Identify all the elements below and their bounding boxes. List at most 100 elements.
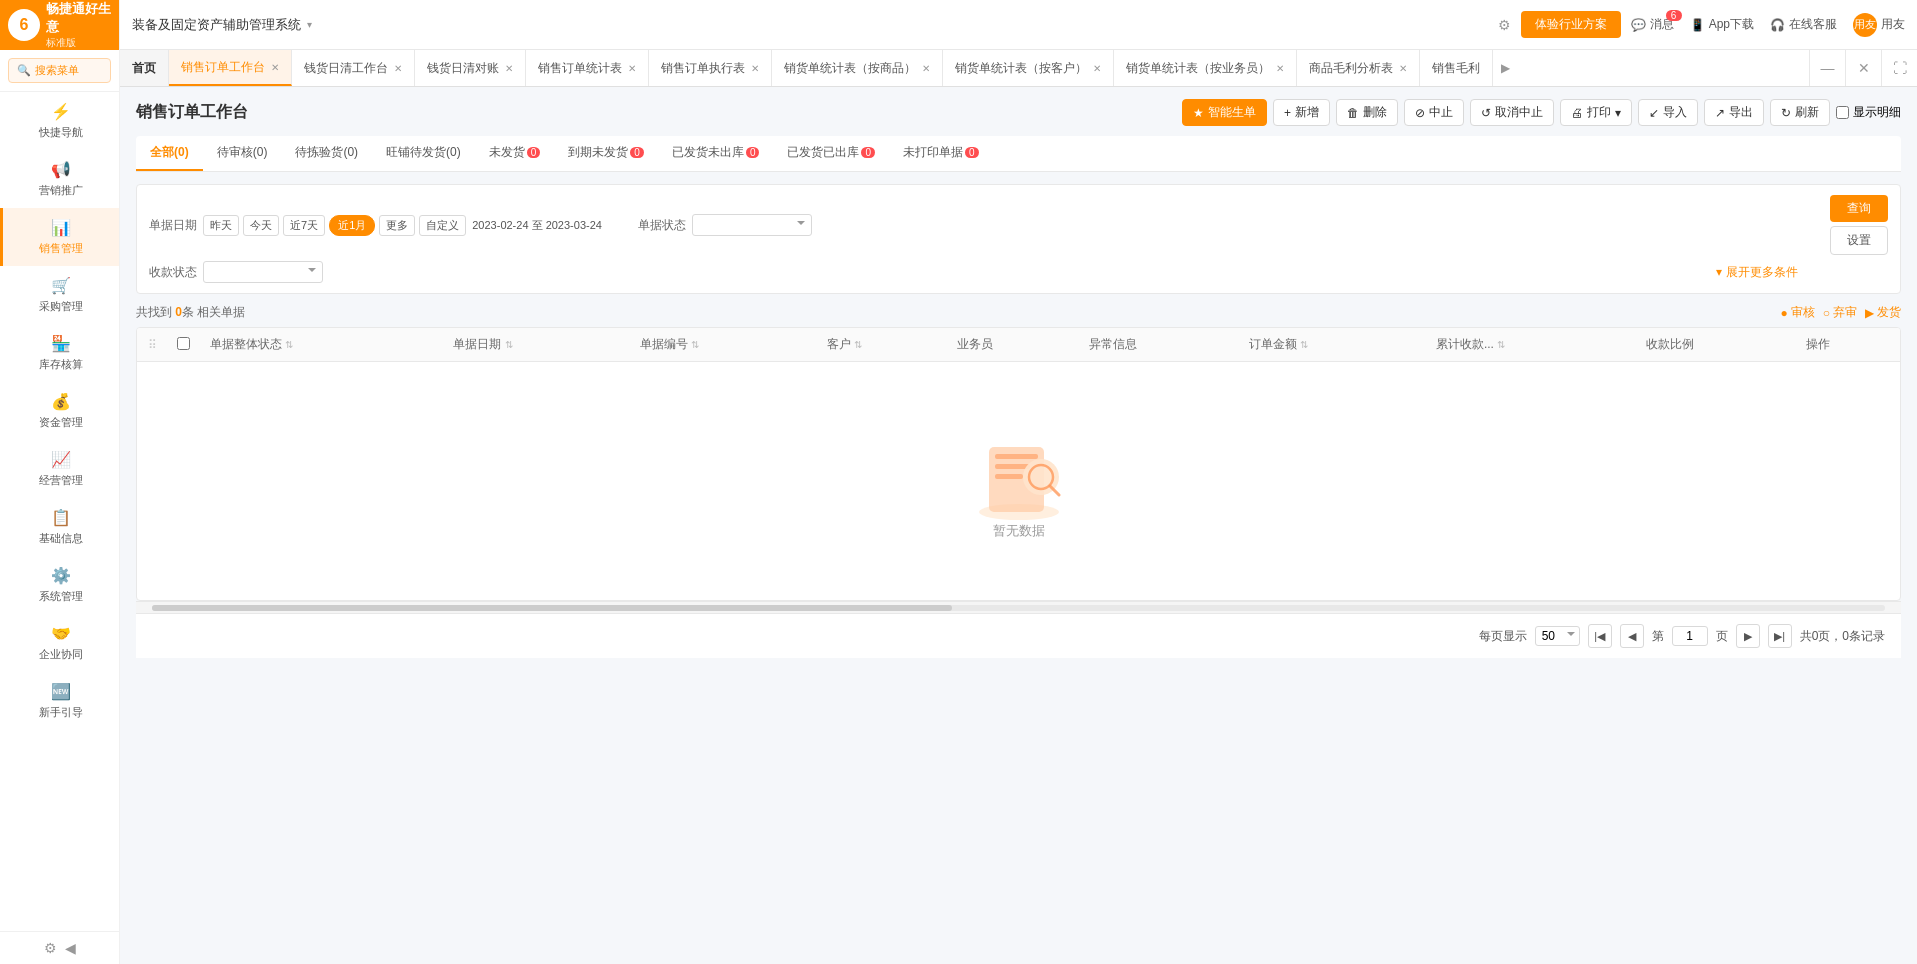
show-detail-checkbox-label[interactable]: 显示明细 bbox=[1836, 104, 1901, 121]
scroll-track bbox=[152, 605, 1885, 611]
tab-close-cash-daily[interactable]: ✕ bbox=[394, 63, 402, 74]
tab-close-sales-workbench[interactable]: ✕ bbox=[271, 62, 279, 73]
smart-create-button[interactable]: ★ 智能生单 bbox=[1182, 99, 1267, 126]
filter-tab-overdue-not-shipped[interactable]: 到期未发货0 bbox=[554, 136, 658, 171]
print-button[interactable]: 🖨 打印 ▾ bbox=[1560, 99, 1632, 126]
expand-more-button[interactable]: ▾ 展开更多条件 bbox=[1716, 264, 1798, 281]
sidebar-logo: 6 畅捷通好生意 标准版 bbox=[0, 0, 119, 50]
sidebar-item-marketing[interactable]: 📢 营销推广 bbox=[0, 150, 119, 208]
filter-tab-shipped-not-in[interactable]: 已发货未出库0 bbox=[658, 136, 774, 171]
tab-close-gross-profit[interactable]: ✕ bbox=[1399, 63, 1407, 74]
tab-home[interactable]: 首页 bbox=[120, 50, 169, 86]
sidebar-item-sales[interactable]: 📊 销售管理 bbox=[0, 208, 119, 266]
export-button[interactable]: ↗ 导出 bbox=[1704, 99, 1764, 126]
app-download-button[interactable]: 📱 App下载 bbox=[1690, 16, 1754, 33]
tab-sales-more[interactable]: 销售毛利 bbox=[1420, 50, 1493, 86]
settings-bottom-button[interactable]: ⚙ bbox=[44, 940, 57, 956]
sort-number-icon[interactable]: ⇅ bbox=[691, 339, 699, 350]
new-button[interactable]: + 新增 bbox=[1273, 99, 1330, 126]
empty-text: 暂无数据 bbox=[993, 522, 1045, 540]
tab-cash-daily[interactable]: 钱货日清工作台 ✕ bbox=[292, 50, 415, 86]
payment-row: 收款状态 ▾ 展开更多条件 bbox=[149, 261, 1888, 283]
topbar-gear-button[interactable]: ⚙ bbox=[1498, 17, 1511, 33]
scroll-thumb[interactable] bbox=[152, 605, 952, 611]
tab-maximize-button[interactable]: ⛶ bbox=[1881, 50, 1917, 86]
cancel-stop-button[interactable]: ↺ 取消中止 bbox=[1470, 99, 1554, 126]
date-more-btn[interactable]: 更多 bbox=[379, 215, 415, 236]
tab-close-sales-by-customer[interactable]: ✕ bbox=[1093, 63, 1101, 74]
user-profile-button[interactable]: 用友 用友 bbox=[1853, 13, 1905, 37]
payment-select[interactable] bbox=[203, 261, 323, 283]
filter-tab-shipped-in[interactable]: 已发货已出库0 bbox=[773, 136, 889, 171]
tab-close-sales-exec[interactable]: ✕ bbox=[751, 63, 759, 74]
col-checkbox[interactable] bbox=[167, 328, 200, 362]
filter-tab-not-shipped[interactable]: 未发货0 bbox=[475, 136, 555, 171]
tab-cash-reconcile[interactable]: 钱货日清对账 ✕ bbox=[415, 50, 526, 86]
tab-close-all-button[interactable]: ✕ bbox=[1845, 50, 1881, 86]
tab-close-sales-stat[interactable]: ✕ bbox=[628, 63, 636, 74]
batch-ship-button[interactable]: ▶ 发货 bbox=[1865, 304, 1901, 321]
tab-minimize-button[interactable]: — bbox=[1809, 50, 1845, 86]
tab-close-cash-reconcile[interactable]: ✕ bbox=[505, 63, 513, 74]
sidebar-item-quicknav[interactable]: ⚡ 快捷导航 bbox=[0, 92, 119, 150]
date-7days-btn[interactable]: 近7天 bbox=[283, 215, 325, 236]
sort-status-icon[interactable]: ⇅ bbox=[285, 339, 293, 350]
sidebar-item-guide[interactable]: 🆕 新手引导 bbox=[0, 672, 119, 730]
delete-button[interactable]: 🗑 删除 bbox=[1336, 99, 1398, 126]
online-service-button[interactable]: 🎧 在线客服 bbox=[1770, 16, 1837, 33]
horizontal-scrollbar[interactable] bbox=[136, 601, 1901, 613]
tab-sales-by-salesman[interactable]: 销货单统计表（按业务员） ✕ bbox=[1114, 50, 1297, 86]
tab-gross-profit[interactable]: 商品毛利分析表 ✕ bbox=[1297, 50, 1420, 86]
filter-tab-pending-review[interactable]: 待审核(0) bbox=[203, 136, 282, 171]
batch-review-button[interactable]: ● 审核 bbox=[1781, 304, 1815, 321]
table-batch-ops: ● 审核 ○ 弃审 ▶ 发货 bbox=[1781, 304, 1902, 321]
stop-button[interactable]: ⊘ 中止 bbox=[1404, 99, 1464, 126]
first-page-button[interactable]: |◀ bbox=[1588, 624, 1612, 648]
date-yesterday-btn[interactable]: 昨天 bbox=[203, 215, 239, 236]
date-custom-btn[interactable]: 自定义 bbox=[419, 215, 466, 236]
tab-sales-workbench[interactable]: 销售订单工作台 ✕ bbox=[169, 50, 292, 86]
sort-date-icon[interactable]: ⇅ bbox=[505, 339, 513, 350]
tab-close-sales-by-product[interactable]: ✕ bbox=[922, 63, 930, 74]
page-size-select[interactable]: 50 100 200 bbox=[1535, 626, 1580, 646]
date-today-btn[interactable]: 今天 bbox=[243, 215, 279, 236]
experience-plan-button[interactable]: 体验行业方案 bbox=[1521, 11, 1621, 38]
next-page-button[interactable]: ▶ bbox=[1736, 624, 1760, 648]
sidebar-item-system[interactable]: ⚙️ 系统管理 bbox=[0, 556, 119, 614]
sort-customer-icon[interactable]: ⇅ bbox=[854, 339, 862, 350]
filter-tab-all[interactable]: 全部(0) bbox=[136, 136, 203, 171]
sidebar-item-finance[interactable]: 💰 资金管理 bbox=[0, 382, 119, 440]
batch-cancel-review-button[interactable]: ○ 弃审 bbox=[1823, 304, 1857, 321]
message-button[interactable]: 💬 消息 6 bbox=[1631, 16, 1674, 33]
collapse-sidebar-button[interactable]: ◀ bbox=[65, 940, 76, 956]
query-button[interactable]: 查询 bbox=[1830, 195, 1888, 222]
sidebar-item-basic[interactable]: 📋 基础信息 bbox=[0, 498, 119, 556]
set-button[interactable]: 设置 bbox=[1830, 226, 1888, 255]
sidebar-item-purchase[interactable]: 🛒 采购管理 bbox=[0, 266, 119, 324]
sidebar-item-inventory[interactable]: 🏪 库存核算 bbox=[0, 324, 119, 382]
show-detail-checkbox[interactable] bbox=[1836, 106, 1849, 119]
page-number-input[interactable] bbox=[1672, 626, 1708, 646]
sort-amount-icon[interactable]: ⇅ bbox=[1300, 339, 1308, 350]
tab-nav-more[interactable]: ▶ bbox=[1493, 50, 1518, 86]
filter-tab-wangpu[interactable]: 旺铺待发货(0) bbox=[372, 136, 475, 171]
import-button[interactable]: ↙ 导入 bbox=[1638, 99, 1698, 126]
title-dropdown-icon[interactable]: ▾ bbox=[307, 19, 312, 30]
search-menu-button[interactable]: 🔍 搜索菜单 bbox=[8, 58, 111, 83]
tab-sales-stat[interactable]: 销售订单统计表 ✕ bbox=[526, 50, 649, 86]
tab-sales-by-customer[interactable]: 销货单统计表（按客户） ✕ bbox=[943, 50, 1114, 86]
last-page-button[interactable]: ▶| bbox=[1768, 624, 1792, 648]
filter-tab-not-printed[interactable]: 未打印单据0 bbox=[889, 136, 993, 171]
sidebar-item-operation[interactable]: 📈 经营管理 bbox=[0, 440, 119, 498]
sidebar-item-enterprise[interactable]: 🤝 企业协同 bbox=[0, 614, 119, 672]
date-1month-btn[interactable]: 近1月 bbox=[329, 215, 375, 236]
select-all-checkbox[interactable] bbox=[177, 337, 190, 350]
prev-page-button[interactable]: ◀ bbox=[1620, 624, 1644, 648]
refresh-button[interactable]: ↻ 刷新 bbox=[1770, 99, 1830, 126]
tab-sales-exec[interactable]: 销售订单执行表 ✕ bbox=[649, 50, 772, 86]
sort-collected-icon[interactable]: ⇅ bbox=[1497, 339, 1505, 350]
tab-sales-by-product[interactable]: 销货单统计表（按商品） ✕ bbox=[772, 50, 943, 86]
filter-tab-pending-delivery[interactable]: 待拣验货(0) bbox=[281, 136, 372, 171]
status-select[interactable] bbox=[692, 214, 812, 236]
tab-close-sales-by-salesman[interactable]: ✕ bbox=[1276, 63, 1284, 74]
